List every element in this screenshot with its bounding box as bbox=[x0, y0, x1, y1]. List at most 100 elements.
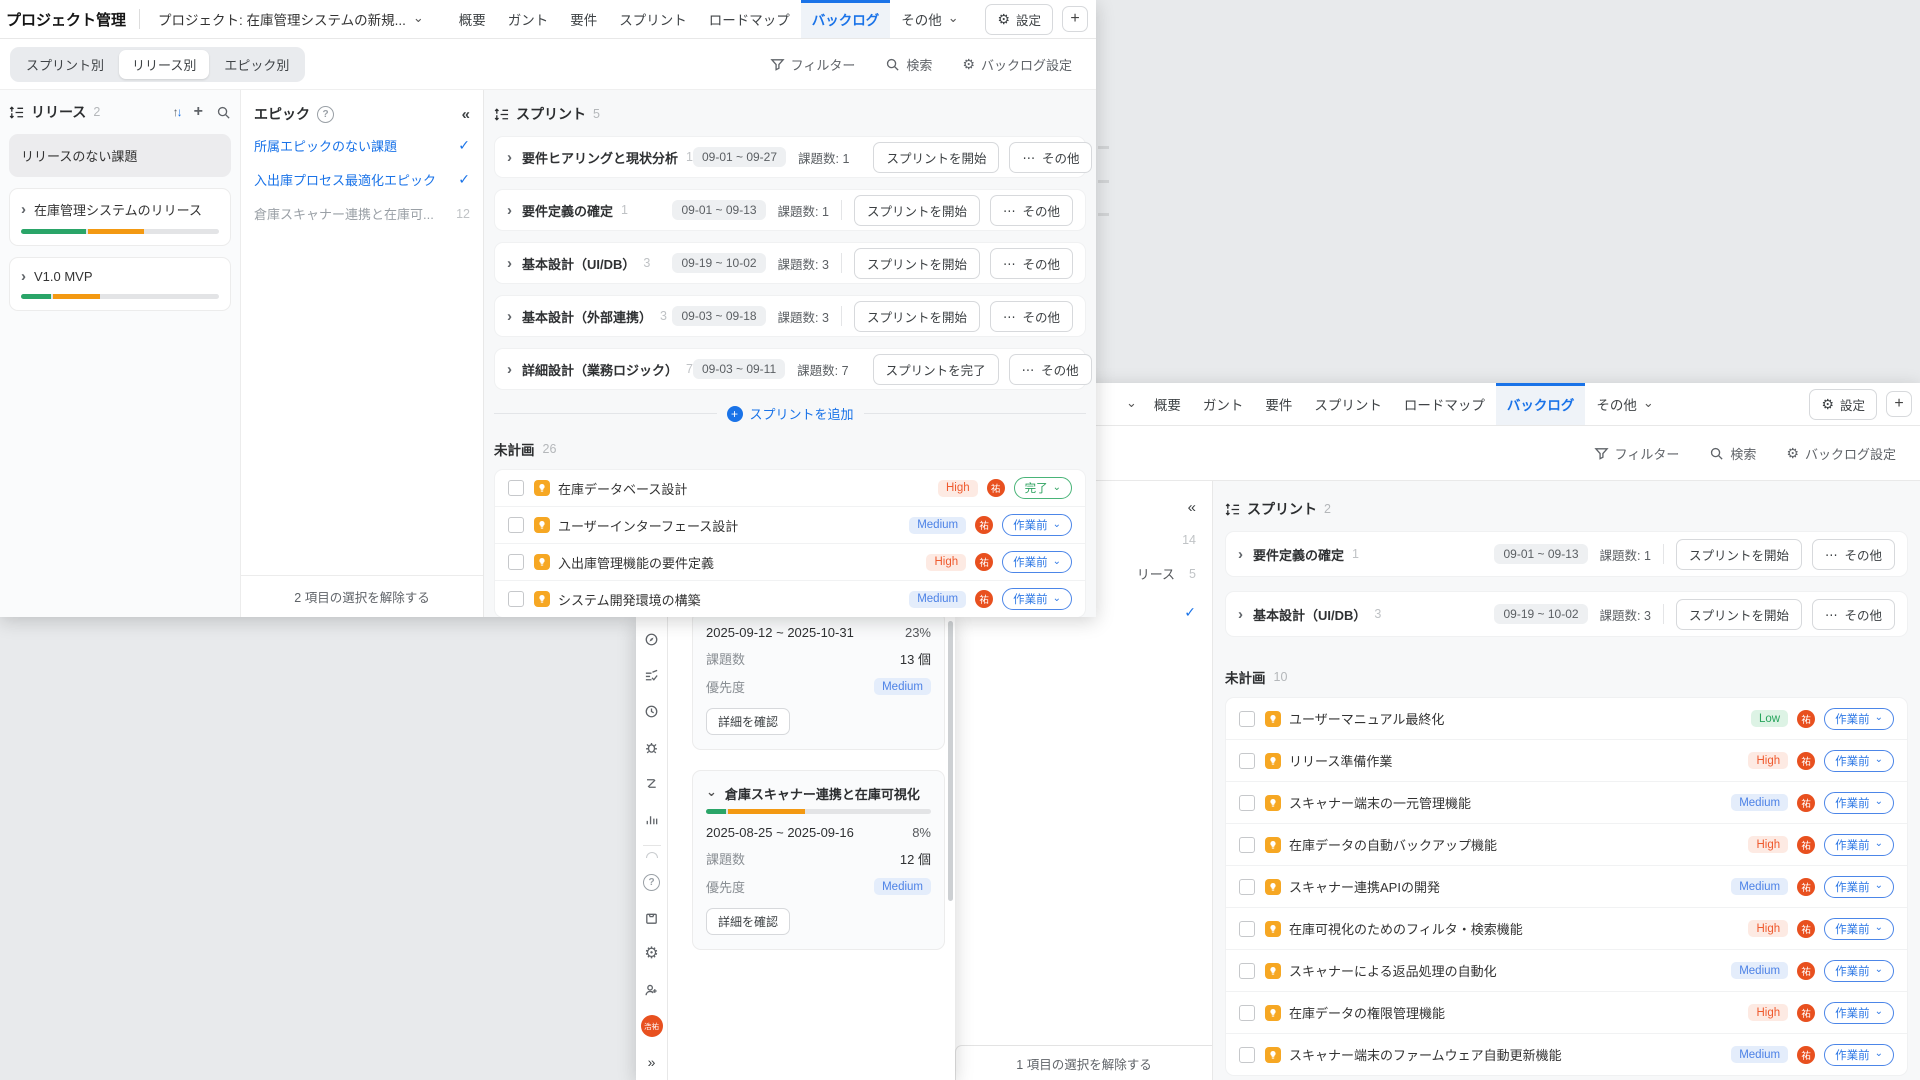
status-dropdown[interactable]: 作業前 ⌄ bbox=[1824, 917, 1894, 940]
chevron-right-icon[interactable]: › bbox=[21, 202, 26, 217]
task-checkbox[interactable] bbox=[1239, 794, 1255, 811]
sprint-row[interactable]: › 詳細設計（業務ロジック） 7 09-03 ~ 09-11 課題数: 7 スプ… bbox=[494, 348, 1092, 390]
task-row[interactable]: ユーザーインターフェース設計 Medium 祐 作業前 ⌄ bbox=[495, 506, 1085, 543]
status-dropdown[interactable]: 作業前 ⌄ bbox=[1002, 514, 1072, 536]
task-row[interactable]: スキャナー端末のファームウェア自動更新機能 Medium 祐 作業前 ⌄ bbox=[1226, 1033, 1907, 1075]
backlog-settings-button[interactable]: ⚙ バックログ設定 bbox=[962, 55, 1072, 74]
project-selector[interactable]: ⌄ bbox=[1120, 383, 1143, 425]
add-button[interactable]: + bbox=[1062, 6, 1088, 32]
status-dropdown[interactable]: 作業前 ⌄ bbox=[1824, 791, 1894, 814]
help-icon[interactable]: ? bbox=[643, 864, 660, 900]
task-checkbox[interactable] bbox=[508, 591, 524, 607]
status-dropdown[interactable]: 完了 ⌄ bbox=[1013, 477, 1072, 499]
clear-selection-button[interactable]: 1 項目の選択を解除する bbox=[955, 1045, 1212, 1080]
add-release-icon[interactable]: + bbox=[194, 103, 203, 121]
tab-sprint[interactable]: スプリント bbox=[1303, 383, 1393, 425]
status-dropdown[interactable]: 作業前 ⌄ bbox=[1002, 551, 1072, 573]
expand-sidebar-icon[interactable]: » bbox=[648, 1044, 656, 1080]
task-checkbox[interactable] bbox=[1239, 920, 1255, 937]
tab-more[interactable]: その他 ⌄ bbox=[1585, 383, 1664, 425]
clear-selection-button[interactable]: 2 項目の選択を解除する bbox=[241, 575, 483, 617]
person-add-icon[interactable] bbox=[644, 972, 659, 1008]
settings-button[interactable]: ⚙ 設定 bbox=[985, 3, 1053, 35]
project-selector[interactable]: プロジェクト: 在庫管理システムの新規... ⌄ bbox=[152, 0, 430, 38]
task-checkbox[interactable] bbox=[1239, 962, 1255, 979]
task-checkbox[interactable] bbox=[1239, 752, 1255, 769]
chevron-right-icon[interactable]: › bbox=[507, 150, 512, 165]
backlog-settings-button[interactable]: ⚙ バックログ設定 bbox=[1786, 444, 1896, 463]
task-row[interactable]: 入出庫管理機能の要件定義 High 祐 作業前 ⌄ bbox=[495, 543, 1085, 580]
release-item[interactable]: リリースのない課題 bbox=[9, 134, 231, 177]
bar-chart-icon[interactable] bbox=[644, 801, 659, 837]
sprint-row[interactable]: › 要件定義の確定 1 09-01 ~ 09-13 課題数: 1 スプリントを開… bbox=[494, 189, 1086, 231]
task-checkbox[interactable] bbox=[1239, 836, 1255, 853]
sprint-more-button[interactable]: ⋯ その他 bbox=[1008, 353, 1092, 385]
start-sprint-button[interactable]: スプリントを開始 bbox=[853, 300, 980, 332]
epic-item[interactable]: 所属エピックのない課題 ✓ bbox=[254, 136, 470, 155]
status-dropdown[interactable]: 作業前 ⌄ bbox=[1824, 959, 1894, 982]
release-item[interactable]: › V1.0 MVP bbox=[9, 257, 231, 311]
status-dropdown[interactable]: 作業前 ⌄ bbox=[1824, 749, 1894, 772]
search-button[interactable]: 検索 bbox=[885, 55, 932, 74]
task-checkbox[interactable] bbox=[508, 554, 524, 570]
sprint-more-button[interactable]: ⋯ その他 bbox=[989, 247, 1073, 279]
sprint-row[interactable]: › 要件ヒアリングと現状分析 1 09-01 ~ 09-27 課題数: 1 スプ… bbox=[494, 136, 1093, 178]
sprint-row[interactable]: › 要件定義の確定 1 09-01 ~ 09-13 課題数: 1 スプリントを開… bbox=[1225, 531, 1908, 577]
tab-sprint[interactable]: スプリント bbox=[608, 0, 698, 38]
detail-button[interactable]: 詳細を確認 bbox=[706, 708, 791, 735]
view-by-release[interactable]: リリース別 bbox=[119, 49, 210, 79]
workflow-icon[interactable] bbox=[644, 765, 659, 801]
tab-backlog[interactable]: バックログ bbox=[1495, 383, 1586, 425]
start-sprint-button[interactable]: スプリントを開始 bbox=[1675, 538, 1802, 570]
collapse-icon[interactable]: « bbox=[1188, 499, 1196, 516]
help-icon[interactable]: ? bbox=[317, 105, 334, 123]
add-sprint-button[interactable]: + スプリントを追加 bbox=[726, 404, 854, 423]
tab-roadmap[interactable]: ロードマップ bbox=[698, 0, 801, 38]
user-avatar[interactable]: 浩祐 bbox=[640, 1008, 663, 1044]
add-button[interactable]: + bbox=[1886, 391, 1912, 417]
search-icon[interactable] bbox=[216, 105, 231, 120]
tab-overview[interactable]: 概要 bbox=[448, 0, 497, 38]
package-icon[interactable] bbox=[644, 900, 659, 936]
epic-item[interactable]: 倉庫スキャナー連携と在庫可... 12 bbox=[254, 204, 470, 223]
explore-icon[interactable] bbox=[644, 621, 659, 657]
sprint-more-button[interactable]: ⋯ その他 bbox=[1811, 598, 1895, 630]
tab-roadmap[interactable]: ロードマップ bbox=[1393, 383, 1496, 425]
status-dropdown[interactable]: 作業前 ⌄ bbox=[1824, 833, 1894, 856]
sprint-more-button[interactable]: ⋯ その他 bbox=[1811, 538, 1895, 570]
task-row[interactable]: 在庫可視化のためのフィルタ・検索機能 High 祐 作業前 ⌄ bbox=[1226, 907, 1907, 949]
task-row[interactable]: 在庫データベース設計 High 祐 完了 ⌄ bbox=[495, 470, 1085, 506]
settings-gear-icon[interactable]: ⚙ bbox=[644, 936, 658, 972]
tab-gantt[interactable]: ガント bbox=[1192, 383, 1255, 425]
task-checkbox[interactable] bbox=[508, 480, 524, 496]
sprint-row[interactable]: › 基本設計（外部連携） 3 09-03 ~ 09-18 課題数: 3 スプリン… bbox=[494, 295, 1086, 337]
task-checkbox[interactable] bbox=[1239, 1046, 1255, 1063]
view-by-epic[interactable]: エピック別 bbox=[211, 50, 302, 79]
sprint-row[interactable]: › 基本設計（UI/DB） 3 09-19 ~ 10-02 課題数: 3 スプリ… bbox=[494, 242, 1086, 284]
tab-gantt[interactable]: ガント bbox=[497, 0, 560, 38]
sprint-more-button[interactable]: ⋯ その他 bbox=[989, 300, 1073, 332]
task-row[interactable]: スキャナー端末の一元管理機能 Medium 祐 作業前 ⌄ bbox=[1226, 781, 1907, 823]
chevron-right-icon[interactable]: › bbox=[507, 256, 512, 271]
task-row[interactable]: 在庫データの自動バックアップ機能 High 祐 作業前 ⌄ bbox=[1226, 823, 1907, 865]
status-dropdown[interactable]: 作業前 ⌄ bbox=[1824, 707, 1894, 730]
tab-overview[interactable]: 概要 bbox=[1143, 383, 1192, 425]
sort-icon[interactable]: ↑↓ bbox=[173, 105, 183, 119]
start-sprint-button[interactable]: スプリントを開始 bbox=[1675, 598, 1802, 630]
status-dropdown[interactable]: 作業前 ⌄ bbox=[1824, 875, 1894, 898]
settings-button[interactable]: ⚙ 設定 bbox=[1809, 388, 1877, 420]
task-row[interactable]: スキャナーによる返品処理の自動化 Medium 祐 作業前 ⌄ bbox=[1226, 949, 1907, 991]
start-sprint-button[interactable]: スプリントを開始 bbox=[853, 247, 980, 279]
chevron-right-icon[interactable]: › bbox=[1238, 607, 1243, 622]
tasks-icon[interactable] bbox=[644, 657, 659, 693]
task-checkbox[interactable] bbox=[1239, 710, 1255, 727]
chevron-right-icon[interactable]: › bbox=[21, 269, 26, 284]
task-row[interactable]: リリース準備作業 High 祐 作業前 ⌄ bbox=[1226, 739, 1907, 781]
clock-icon[interactable] bbox=[644, 693, 659, 729]
tab-requirements[interactable]: 要件 bbox=[559, 0, 608, 38]
scrollbar[interactable] bbox=[948, 621, 953, 901]
task-checkbox[interactable] bbox=[1239, 878, 1255, 895]
complete-sprint-button[interactable]: スプリントを完了 bbox=[872, 353, 999, 385]
filter-button[interactable]: フィルター bbox=[1594, 444, 1679, 463]
chevron-right-icon[interactable]: › bbox=[507, 203, 512, 218]
